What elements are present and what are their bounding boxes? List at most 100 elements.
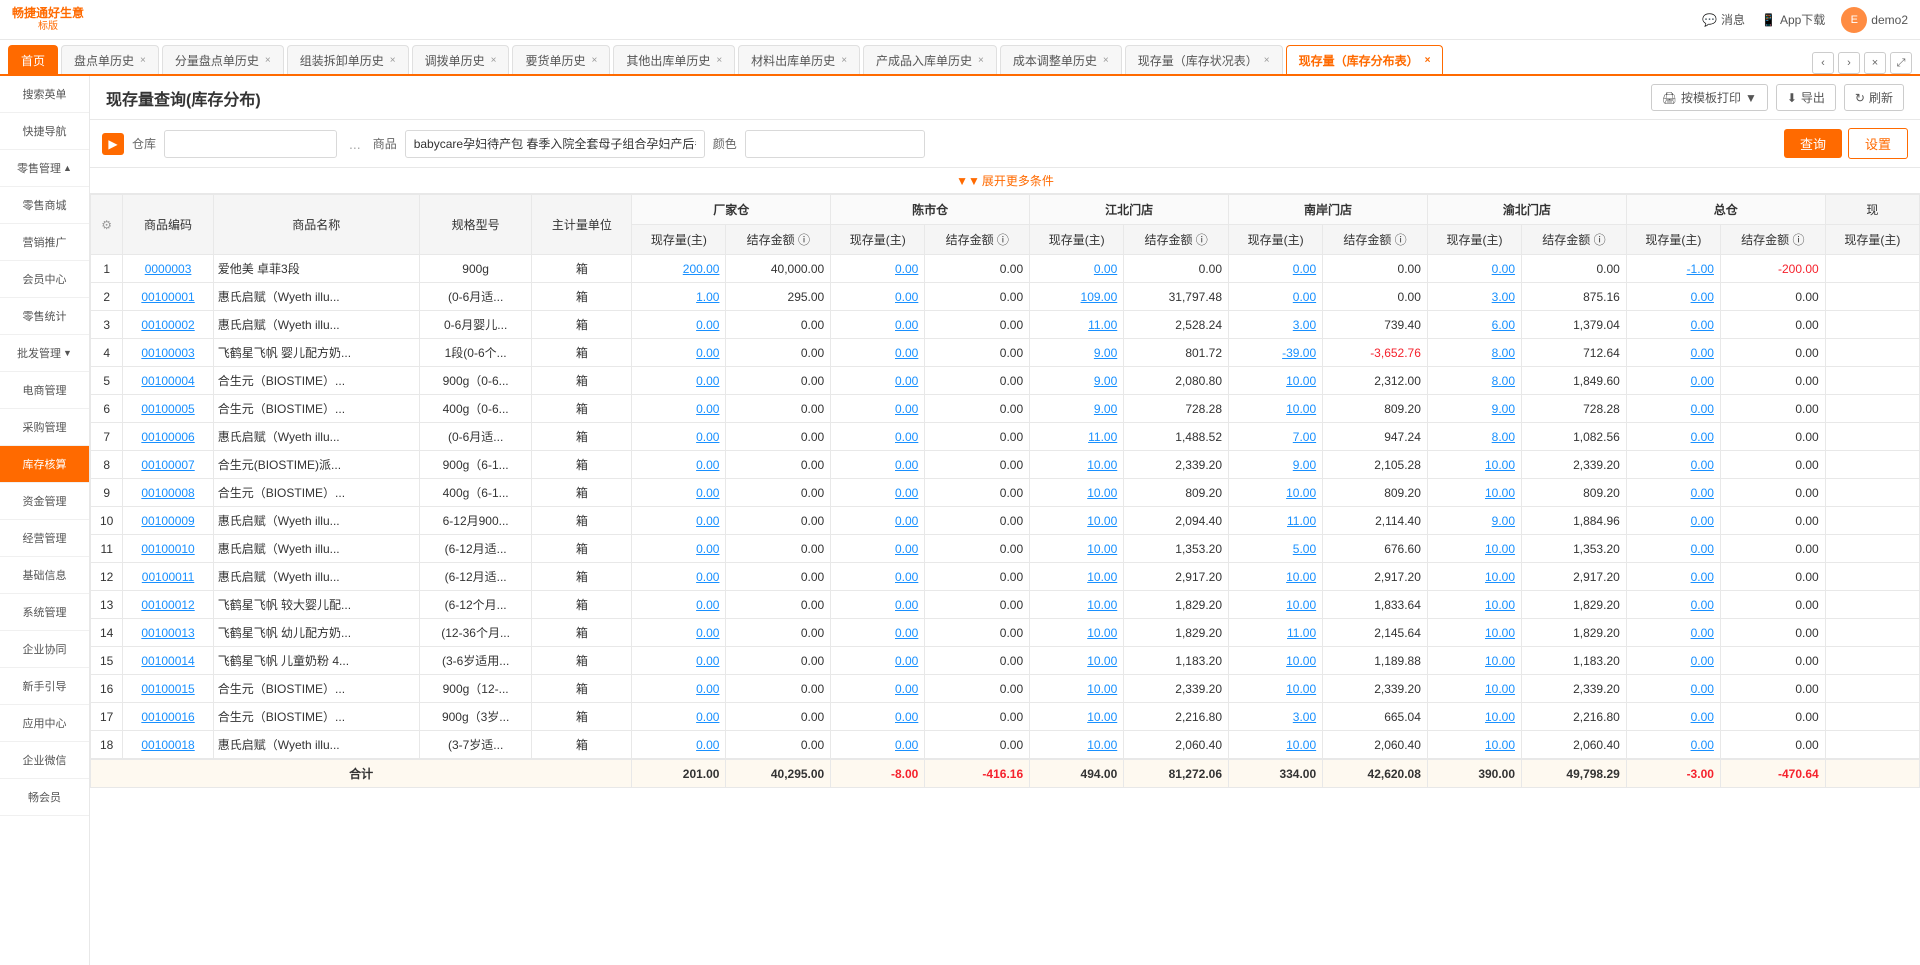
goods-code[interactable]: 00100016	[123, 703, 213, 731]
sidebar-item-search[interactable]: 搜索英单	[0, 76, 89, 113]
jb-stock[interactable]: 9.00	[1030, 367, 1124, 395]
fac-stock[interactable]: 0.00	[632, 675, 726, 703]
yb-stock[interactable]: 8.00	[1427, 423, 1521, 451]
app-download-btn[interactable]: 📱 App下载	[1761, 11, 1825, 28]
goods-code[interactable]: 00100014	[123, 647, 213, 675]
total-stock[interactable]: 0.00	[1626, 479, 1720, 507]
goods-code[interactable]: 00100012	[123, 591, 213, 619]
sidebar-item-retail-stats[interactable]: 零售统计	[0, 298, 89, 335]
close-icon[interactable]: ×	[978, 55, 984, 66]
yb-stock[interactable]: 9.00	[1427, 507, 1521, 535]
fac-stock[interactable]: 0.00	[632, 451, 726, 479]
settings-icon[interactable]: ⚙	[101, 218, 112, 232]
yb-stock[interactable]: 10.00	[1427, 451, 1521, 479]
sidebar-item-retail-mgmt[interactable]: 零售管理 ▲	[0, 150, 89, 187]
total-stock[interactable]: -1.00	[1626, 255, 1720, 283]
fac-stock[interactable]: 0.00	[632, 395, 726, 423]
close-icon[interactable]: ×	[1264, 55, 1270, 66]
total-stock[interactable]: 0.00	[1626, 535, 1720, 563]
export-btn[interactable]: ⬇ 导出	[1776, 84, 1836, 111]
sidebar-item-wechat[interactable]: 企业微信	[0, 742, 89, 779]
chen-stock[interactable]: 0.00	[831, 507, 925, 535]
total-stock[interactable]: 0.00	[1626, 703, 1720, 731]
yb-stock[interactable]: 3.00	[1427, 283, 1521, 311]
fac-stock[interactable]: 1.00	[632, 283, 726, 311]
yb-stock[interactable]: 8.00	[1427, 367, 1521, 395]
tab-stock-distribution[interactable]: 现存量（库存分布表） ×	[1286, 45, 1444, 75]
tab-part-inventory[interactable]: 分量盘点单历史 ×	[162, 45, 284, 75]
goods-input[interactable]	[405, 130, 705, 158]
chen-stock[interactable]: 0.00	[831, 703, 925, 731]
goods-code[interactable]: 00100006	[123, 423, 213, 451]
na-stock[interactable]: 10.00	[1229, 479, 1323, 507]
jb-stock[interactable]: 10.00	[1030, 451, 1124, 479]
fac-stock[interactable]: 0.00	[632, 507, 726, 535]
jb-stock[interactable]: 109.00	[1030, 283, 1124, 311]
jb-stock[interactable]: 11.00	[1030, 311, 1124, 339]
yb-stock[interactable]: 10.00	[1427, 731, 1521, 760]
jb-stock[interactable]: 10.00	[1030, 563, 1124, 591]
jb-stock[interactable]: 10.00	[1030, 619, 1124, 647]
jb-stock[interactable]: 10.00	[1030, 647, 1124, 675]
tab-product-in[interactable]: 产成品入库单历史 ×	[863, 45, 997, 75]
yb-stock[interactable]: 10.00	[1427, 703, 1521, 731]
goods-code[interactable]: 00100007	[123, 451, 213, 479]
close-icon[interactable]: ×	[390, 55, 396, 66]
total-stock[interactable]: 0.00	[1626, 339, 1720, 367]
total-stock[interactable]: 0.00	[1626, 563, 1720, 591]
warehouse-dots[interactable]: ...	[345, 136, 365, 152]
sidebar-item-marketing[interactable]: 营销推广	[0, 224, 89, 261]
sidebar-item-wholesale[interactable]: 批发管理 ▼	[0, 335, 89, 372]
close-icon[interactable]: ×	[1103, 55, 1109, 66]
sidebar-item-system[interactable]: 系统管理	[0, 594, 89, 631]
chen-stock[interactable]: 0.00	[831, 479, 925, 507]
chen-stock[interactable]: 0.00	[831, 283, 925, 311]
filter-toggle-btn[interactable]: ▶	[102, 133, 124, 155]
fac-stock[interactable]: 0.00	[632, 619, 726, 647]
sidebar-item-collab[interactable]: 企业协同	[0, 631, 89, 668]
user-profile[interactable]: E demo2	[1841, 7, 1908, 33]
print-btn[interactable]: 🖨 按模板打印 ▼	[1651, 84, 1768, 111]
chen-stock[interactable]: 0.00	[831, 619, 925, 647]
tab-prev-btn[interactable]: ‹	[1812, 52, 1834, 74]
yb-stock[interactable]: 10.00	[1427, 479, 1521, 507]
goods-code[interactable]: 00100011	[123, 563, 213, 591]
fac-stock[interactable]: 0.00	[632, 731, 726, 760]
chen-stock[interactable]: 0.00	[831, 255, 925, 283]
fac-stock[interactable]: 0.00	[632, 703, 726, 731]
na-stock[interactable]: 7.00	[1229, 423, 1323, 451]
goods-code[interactable]: 00100003	[123, 339, 213, 367]
total-stock[interactable]: 0.00	[1626, 395, 1720, 423]
query-btn[interactable]: 查询	[1784, 129, 1842, 158]
chen-stock[interactable]: 0.00	[831, 675, 925, 703]
chen-stock[interactable]: 0.00	[831, 647, 925, 675]
yb-stock[interactable]: 0.00	[1427, 255, 1521, 283]
yb-stock[interactable]: 10.00	[1427, 563, 1521, 591]
total-stock[interactable]: 0.00	[1626, 647, 1720, 675]
chen-stock[interactable]: 0.00	[831, 731, 925, 760]
th-settings[interactable]: ⚙	[91, 195, 123, 255]
color-input[interactable]	[745, 130, 925, 158]
setting-btn[interactable]: 设置	[1848, 128, 1908, 159]
tab-stock-status[interactable]: 现存量（库存状况表） ×	[1125, 45, 1283, 75]
tab-assembly[interactable]: 组装拆卸单历史 ×	[287, 45, 409, 75]
jb-stock[interactable]: 10.00	[1030, 535, 1124, 563]
yb-stock[interactable]: 10.00	[1427, 675, 1521, 703]
total-stock[interactable]: 0.00	[1626, 619, 1720, 647]
fac-stock[interactable]: 0.00	[632, 563, 726, 591]
yb-stock[interactable]: 6.00	[1427, 311, 1521, 339]
na-stock[interactable]: 0.00	[1229, 283, 1323, 311]
fac-stock[interactable]: 200.00	[632, 255, 726, 283]
sidebar-item-operations[interactable]: 经营管理	[0, 520, 89, 557]
total-stock[interactable]: 0.00	[1626, 367, 1720, 395]
fac-stock[interactable]: 0.00	[632, 591, 726, 619]
tab-inventory-history[interactable]: 盘点单历史 ×	[61, 45, 159, 75]
tab-material-out[interactable]: 材料出库单历史 ×	[738, 45, 860, 75]
na-stock[interactable]: 0.00	[1229, 255, 1323, 283]
table-container[interactable]: ⚙ 商品编码 商品名称 规格型号 主计量单位 厂家仓 陈市仓 江北门店 南岸门店…	[90, 194, 1920, 965]
sidebar-item-inventory[interactable]: 库存核算	[0, 446, 89, 483]
goods-code[interactable]: 00100005	[123, 395, 213, 423]
total-stock[interactable]: 0.00	[1626, 423, 1720, 451]
yb-stock[interactable]: 10.00	[1427, 619, 1521, 647]
tab-close-btn[interactable]: ×	[1864, 52, 1886, 74]
